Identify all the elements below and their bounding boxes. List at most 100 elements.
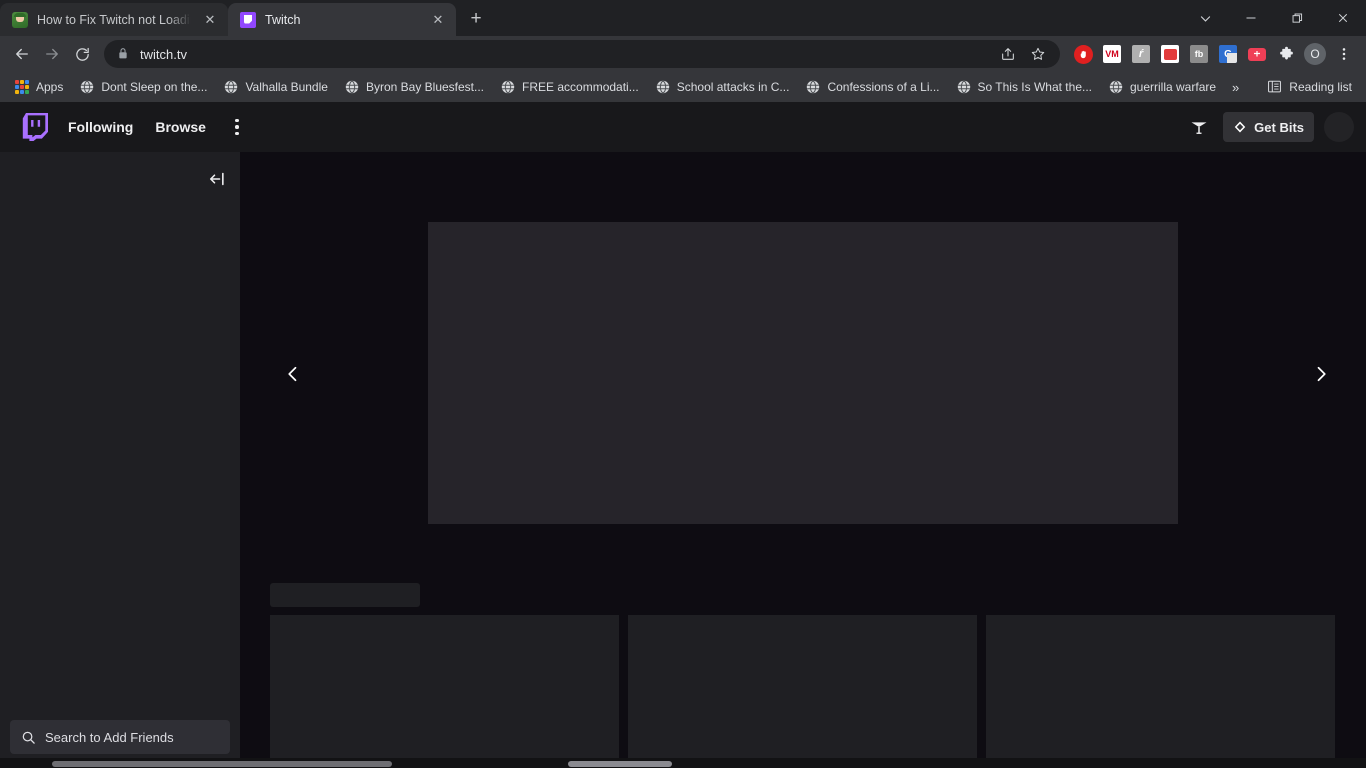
vm-extension-label: VM [1105,49,1119,59]
h-extension-icon[interactable]: ŕ [1127,40,1155,68]
horizontal-scrollbar[interactable] [0,758,1366,768]
pocket-extension-icon[interactable] [1243,40,1271,68]
stream-card-row [270,615,1335,768]
stream-card-placeholder[interactable] [986,615,1335,768]
close-icon[interactable]: ✕ [200,10,220,30]
search-icon [21,730,36,745]
friends-search-placeholder: Search to Add Friends [45,730,174,745]
fb-extension-icon[interactable]: fb [1185,40,1213,68]
browser-toolbar: twitch.tv VM [0,36,1366,72]
minimize-button[interactable] [1228,2,1274,34]
bookmark-item-6[interactable]: Confessions of a Li... [797,76,947,98]
twitch-top-nav: Following Browse Get Bits [0,102,1366,152]
profile-avatar[interactable]: O [1301,40,1329,68]
get-bits-button[interactable]: Get Bits [1223,112,1314,142]
nav-following[interactable]: Following [58,114,143,140]
prime-crown-icon[interactable] [1185,113,1213,141]
bookmark-label: Valhalla Bundle [245,80,328,94]
bookmark-label: guerrilla warfare [1130,80,1216,94]
profile-initial: O [1304,43,1326,65]
tab-title: Twitch [265,13,419,27]
globe-icon [956,79,972,95]
three-dot-menu-icon[interactable] [1330,40,1358,68]
globe-icon [655,79,671,95]
get-bits-label: Get Bits [1254,120,1304,135]
twitch-nav-right: Get Bits [1185,102,1354,152]
h-extension-label: ŕ [1139,48,1143,60]
address-bar[interactable]: twitch.tv [104,40,1060,68]
bookmarks-overflow-button[interactable]: » [1224,78,1247,97]
bookmark-item-2[interactable]: Valhalla Bundle [215,76,336,98]
browser-tab-2[interactable]: Twitch ✕ [228,3,456,36]
main-content [240,152,1366,768]
scrollbar-thumb[interactable] [52,761,392,767]
share-icon[interactable] [994,40,1022,68]
url-text: twitch.tv [140,47,994,62]
tab-search-icon[interactable] [1182,2,1228,34]
user-avatar[interactable] [1324,112,1354,142]
vm-extension-icon[interactable]: VM [1098,40,1126,68]
forward-arrow-icon[interactable] [38,40,66,68]
globe-icon [1108,79,1124,95]
puzzle-extensions-icon[interactable] [1272,40,1300,68]
bookmark-label: So This Is What the... [978,80,1093,94]
globe-icon [79,79,95,95]
bookmark-item-7[interactable]: So This Is What the... [948,76,1101,98]
apps-grid-icon [14,79,30,95]
reading-list-icon [1267,79,1283,95]
more-options-icon[interactable] [222,112,252,142]
globe-icon [344,79,360,95]
carousel-next-button[interactable] [1308,361,1334,387]
globe-icon [805,79,821,95]
bookmark-item-5[interactable]: School attacks in C... [647,76,798,98]
carousel-prev-button[interactable] [280,361,306,387]
friends-search-input[interactable]: Search to Add Friends [10,720,230,754]
green-character-icon [12,12,28,28]
stream-card-placeholder[interactable] [628,615,977,768]
twitch-glitch-logo[interactable] [20,112,50,142]
star-icon[interactable] [1024,40,1052,68]
bookmark-label: Byron Bay Bluesfest... [366,80,484,94]
window-controls [1182,0,1366,36]
globe-icon [223,79,239,95]
globe-icon [500,79,516,95]
bookmark-item-1[interactable]: Dont Sleep on the... [71,76,215,98]
twitch-app: Following Browse Get Bits Sea [0,102,1366,768]
bookmark-apps[interactable]: Apps [6,76,71,98]
adblock-extension-icon[interactable] [1069,40,1097,68]
red-extension-icon[interactable] [1156,40,1184,68]
shelf-title-placeholder [270,583,420,607]
close-window-button[interactable] [1320,2,1366,34]
google-translate-extension-icon[interactable]: G [1214,40,1242,68]
reading-list-label: Reading list [1289,80,1352,94]
bookmark-item-4[interactable]: FREE accommodati... [492,76,647,98]
twitch-body: Search to Add Friends [0,152,1366,768]
extension-icons: VM ŕ fb G [1069,40,1358,68]
browser-window: How to Fix Twitch not Loading or ✕ Twitc… [0,0,1366,768]
bookmarks-bar: Apps Dont Sleep on the... Valhalla Bundl… [0,72,1366,102]
bookmark-item-8[interactable]: guerrilla warfare [1100,76,1224,98]
bookmark-label: Apps [36,80,63,94]
tab-title: How to Fix Twitch not Loading or [37,13,191,27]
reading-list-button[interactable]: Reading list [1259,76,1360,98]
maximize-button[interactable] [1274,2,1320,34]
nav-browse[interactable]: Browse [145,114,216,140]
collapse-sidebar-icon[interactable] [202,164,232,194]
reload-icon[interactable] [68,40,96,68]
browser-tab-1[interactable]: How to Fix Twitch not Loading or ✕ [0,3,228,36]
twitch-icon [240,12,256,28]
bookmark-label: FREE accommodati... [522,80,639,94]
left-sidebar: Search to Add Friends [0,152,240,768]
close-icon[interactable]: ✕ [428,10,448,30]
bits-diamond-icon [1233,120,1247,134]
bookmark-label: Confessions of a Li... [827,80,939,94]
tab-strip: How to Fix Twitch not Loading or ✕ Twitc… [0,0,1366,36]
scrollbar-thumb-secondary[interactable] [568,761,672,767]
bookmark-item-3[interactable]: Byron Bay Bluesfest... [336,76,492,98]
new-tab-button[interactable]: + [462,5,490,33]
bookmark-label: School attacks in C... [677,80,790,94]
lock-icon [117,47,131,61]
featured-carousel-placeholder[interactable] [428,222,1178,524]
stream-card-placeholder[interactable] [270,615,619,768]
back-arrow-icon[interactable] [8,40,36,68]
